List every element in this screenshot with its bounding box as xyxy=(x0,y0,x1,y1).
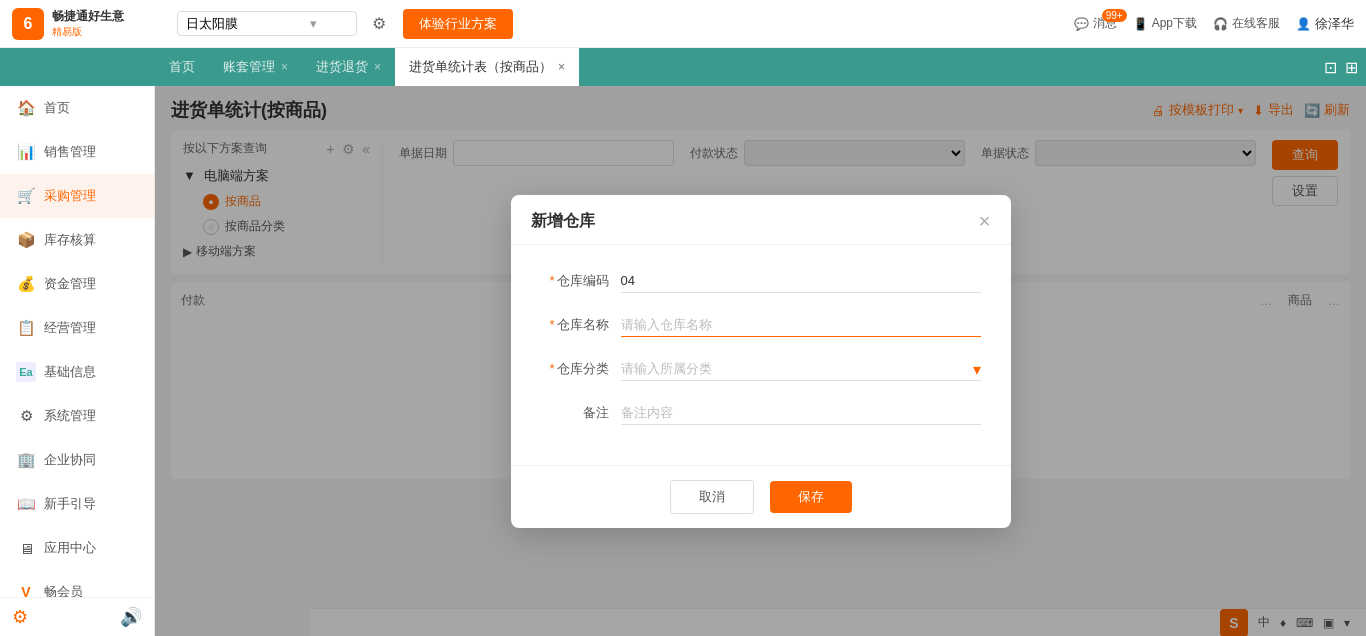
warehouse-remark-label: 备注 xyxy=(541,404,621,422)
sidebar-label-app: 应用中心 xyxy=(44,539,96,557)
sidebar-item-guide[interactable]: 📖 新手引导 xyxy=(0,482,154,526)
logo-icon: 6 xyxy=(12,8,44,40)
phone-icon: 📱 xyxy=(1133,17,1148,31)
purchase-icon: 🛒 xyxy=(16,186,36,206)
try-industry-button[interactable]: 体验行业方案 xyxy=(403,9,513,39)
tab-home[interactable]: 首页 xyxy=(155,48,209,86)
tab-stats[interactable]: 进货单统计表（按商品） × xyxy=(395,48,579,86)
guide-icon: 📖 xyxy=(16,494,36,514)
sales-icon: 📊 xyxy=(16,142,36,162)
sidebar-item-finance[interactable]: 💰 资金管理 xyxy=(0,262,154,306)
sidebar-bottom: ⚙ 🔊 xyxy=(0,597,154,636)
sidebar-item-operations[interactable]: 📋 经营管理 xyxy=(0,306,154,350)
warehouse-code-field: *仓库编码 xyxy=(541,269,981,293)
sidebar-item-purchase[interactable]: 🛒 采购管理 xyxy=(0,174,154,218)
tab-bar-controls: ⊡ ⊞ xyxy=(1324,58,1366,77)
top-header: 6 畅捷通好生意 精易版 ▾ ⚙ 体验行业方案 💬 消息 99+ 📱 App下载… xyxy=(0,0,1366,48)
enterprise-icon: 🏢 xyxy=(16,450,36,470)
modal-close-button[interactable]: × xyxy=(979,211,991,231)
user-name: 徐泽华 xyxy=(1315,15,1354,33)
sidebar: 🏠 首页 📊 销售管理 🛒 采购管理 📦 库存核算 💰 资金管理 📋 经营管理 … xyxy=(0,86,155,636)
tab-return[interactable]: 进货退货 × xyxy=(302,48,395,86)
user-avatar[interactable]: 👤 徐泽华 xyxy=(1296,15,1354,33)
home-icon: 🏠 xyxy=(16,98,36,118)
basic-icon: Ea xyxy=(16,362,36,382)
headset-icon: 🎧 xyxy=(1213,17,1228,31)
search-input[interactable] xyxy=(186,16,306,31)
message-icon: 💬 xyxy=(1074,17,1089,31)
system-icon: ⚙ xyxy=(16,406,36,426)
tab-close-return[interactable]: × xyxy=(374,60,381,74)
category-arrow-icon: ▾ xyxy=(973,359,981,378)
warehouse-category-select[interactable]: 请输入所属分类 xyxy=(621,357,981,381)
app-icon: 🖥 xyxy=(16,538,36,558)
warehouse-code-input[interactable] xyxy=(621,269,981,293)
finance-icon: 💰 xyxy=(16,274,36,294)
message-badge: 99+ xyxy=(1102,9,1127,22)
sidebar-item-system[interactable]: ⚙ 系统管理 xyxy=(0,394,154,438)
warehouse-name-label: *仓库名称 xyxy=(541,316,621,334)
search-box[interactable]: ▾ xyxy=(177,11,357,36)
sidebar-item-inventory[interactable]: 📦 库存核算 xyxy=(0,218,154,262)
header-search: ▾ ⚙ 体验行业方案 xyxy=(177,9,513,39)
warehouse-category-label: *仓库分类 xyxy=(541,360,621,378)
settings-icon[interactable]: ⚙ xyxy=(365,10,393,38)
modal-title: 新增仓库 xyxy=(531,211,595,232)
app-download-label: App下载 xyxy=(1152,15,1197,32)
warehouse-name-field: *仓库名称 xyxy=(541,313,981,337)
sidebar-label-purchase: 采购管理 xyxy=(44,187,96,205)
sidebar-label-basic: 基础信息 xyxy=(44,363,96,381)
tab-expand-icon[interactable]: ⊞ xyxy=(1345,58,1358,77)
sidebar-item-app[interactable]: 🖥 应用中心 xyxy=(0,526,154,570)
message-icon-item[interactable]: 💬 消息 99+ xyxy=(1074,15,1117,32)
modal-new-warehouse: 新增仓库 × *仓库编码 *仓库名称 xyxy=(511,195,1011,528)
tab-close-stats[interactable]: × xyxy=(558,60,565,74)
cancel-button[interactable]: 取消 xyxy=(670,480,754,514)
main-layout: 🏠 首页 📊 销售管理 🛒 采购管理 📦 库存核算 💰 资金管理 📋 经营管理 … xyxy=(0,86,1366,636)
avatar-icon: 👤 xyxy=(1296,17,1311,31)
warehouse-category-wrap: 请输入所属分类 ▾ xyxy=(621,357,981,381)
sidebar-label-home: 首页 xyxy=(44,99,70,117)
search-arrow-icon: ▾ xyxy=(310,16,317,31)
warehouse-name-input[interactable] xyxy=(621,313,981,337)
sidebar-label-finance: 资金管理 xyxy=(44,275,96,293)
sidebar-item-sales[interactable]: 📊 销售管理 xyxy=(0,130,154,174)
tab-bar: 首页 账套管理 × 进货退货 × 进货单统计表（按商品） × ⊡ ⊞ xyxy=(0,48,1366,86)
sidebar-label-operations: 经营管理 xyxy=(44,319,96,337)
online-service-label: 在线客服 xyxy=(1232,15,1280,32)
inventory-icon: 📦 xyxy=(16,230,36,250)
sidebar-item-home[interactable]: 🏠 首页 xyxy=(0,86,154,130)
warehouse-remark-input[interactable] xyxy=(621,401,981,425)
operations-icon: 📋 xyxy=(16,318,36,338)
content-area: 进货单统计(按商品) 🖨 按模板打印 ▾ ⬇ 导出 🔄 刷新 xyxy=(155,86,1366,636)
sidebar-label-system: 系统管理 xyxy=(44,407,96,425)
logo-area: 6 畅捷通好生意 精易版 xyxy=(12,8,167,40)
sidebar-item-enterprise[interactable]: 🏢 企业协同 xyxy=(0,438,154,482)
app-download-item[interactable]: 📱 App下载 xyxy=(1133,15,1197,32)
sidebar-label-enterprise: 企业协同 xyxy=(44,451,96,469)
sidebar-item-basic[interactable]: Ea 基础信息 xyxy=(0,350,154,394)
tab-account[interactable]: 账套管理 × xyxy=(209,48,302,86)
sidebar-speaker-icon[interactable]: 🔊 xyxy=(120,606,142,628)
sidebar-label-sales: 销售管理 xyxy=(44,143,96,161)
modal-body: *仓库编码 *仓库名称 *仓库分类 xyxy=(511,245,1011,465)
tab-close-account[interactable]: × xyxy=(281,60,288,74)
header-right: 💬 消息 99+ 📱 App下载 🎧 在线客服 👤 徐泽华 xyxy=(1074,15,1354,33)
logo-text: 畅捷通好生意 精易版 xyxy=(52,8,124,39)
tab-restore-icon[interactable]: ⊡ xyxy=(1324,58,1337,77)
modal-header: 新增仓库 × xyxy=(511,195,1011,245)
modal-overlay[interactable]: 新增仓库 × *仓库编码 *仓库名称 xyxy=(155,86,1366,636)
online-service-item[interactable]: 🎧 在线客服 xyxy=(1213,15,1280,32)
sidebar-label-guide: 新手引导 xyxy=(44,495,96,513)
warehouse-remark-field: 备注 xyxy=(541,401,981,425)
save-button[interactable]: 保存 xyxy=(770,481,852,513)
sidebar-label-inventory: 库存核算 xyxy=(44,231,96,249)
warehouse-code-label: *仓库编码 xyxy=(541,272,621,290)
sidebar-settings-icon[interactable]: ⚙ xyxy=(12,606,28,628)
warehouse-category-field: *仓库分类 请输入所属分类 ▾ xyxy=(541,357,981,381)
modal-footer: 取消 保存 xyxy=(511,465,1011,528)
